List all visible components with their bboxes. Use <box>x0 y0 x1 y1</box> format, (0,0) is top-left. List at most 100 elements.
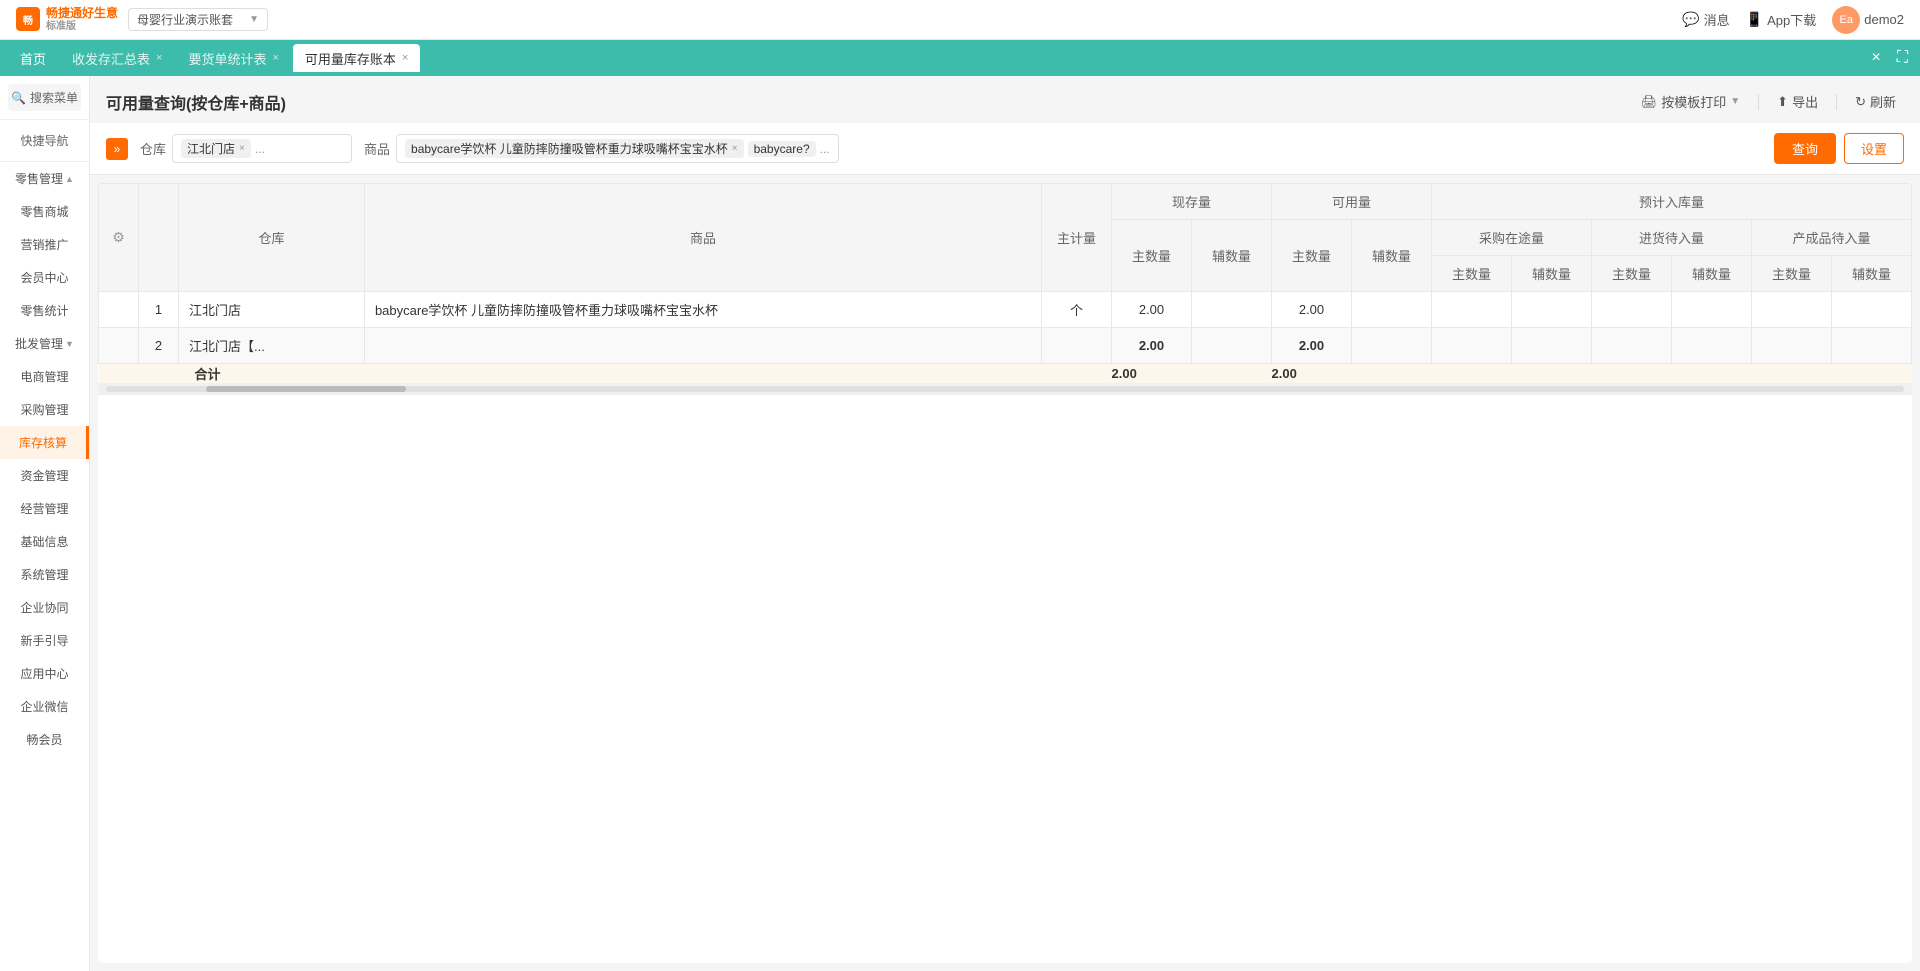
row-1-current-main: 2.00 <box>1112 328 1192 364</box>
col-warehouse-header: 仓库 <box>179 184 365 292</box>
basic-info-label: 基础信息 <box>20 533 68 550</box>
row-1-product-aux <box>1832 328 1912 364</box>
sidebar-item-operation-mgmt[interactable]: 经营管理 <box>0 492 89 525</box>
sidebar-item-system-mgmt[interactable]: 系统管理 <box>0 558 89 591</box>
tab-fullscreen-button[interactable]: ⛶ <box>1893 47 1912 69</box>
sidebar-item-quick-nav[interactable]: 快捷导航 <box>0 126 89 155</box>
sidebar-item-retail-mgmt[interactable]: 零售管理 ▲ <box>0 162 89 195</box>
row-0-available-aux <box>1352 292 1432 328</box>
user-menu[interactable]: Ea demo2 <box>1832 6 1904 34</box>
wholesale-mgmt-arrow: ▼ <box>65 339 74 349</box>
table-row: 1 江北门店 babycare学饮杯 儿童防摔防撞吸管杯重力球吸嘴杯宝宝水杯 个… <box>99 292 1912 328</box>
row-1-settings <box>99 328 139 364</box>
col-purchase-transit-aux: 辅数量 <box>1512 256 1592 292</box>
col-product-pending-main: 主数量 <box>1752 256 1832 292</box>
tab-order-stats-close[interactable]: × <box>272 52 278 64</box>
product-filter-label: 商品 <box>364 139 390 158</box>
tab-receipt-summary[interactable]: 收发存汇总表 × <box>60 44 174 72</box>
col-product-pending-header: 产成品待入量 <box>1752 220 1912 256</box>
product-tag-text-0: babycare学饮杯 儿童防摔防撞吸管杯重力球吸嘴杯宝宝水杯 <box>411 140 728 157</box>
sidebar-item-enterprise-collab[interactable]: 企业协同 <box>0 591 89 624</box>
tab-close-all-button[interactable]: × <box>1867 47 1884 69</box>
total-index <box>139 364 179 384</box>
search-menu-label: 搜索菜单 <box>30 89 78 106</box>
sidebar-item-finance-mgmt[interactable]: 资金管理 <box>0 459 89 492</box>
total-row: 合计 2.00 2.00 <box>99 364 1912 384</box>
sidebar-item-inventory-check[interactable]: 库存核算 <box>0 426 89 459</box>
query-button[interactable]: 查询 <box>1774 133 1836 164</box>
data-table: ⚙ 仓库 商品 主计量 现存量 <box>98 183 1912 383</box>
top-bar-right: 💬 消息 📱 App下载 Ea demo2 <box>1682 6 1904 34</box>
org-selector[interactable]: 母婴行业演示账套 ▼ <box>128 8 268 31</box>
refresh-label: 刷新 <box>1870 92 1896 111</box>
sidebar-item-purchase-mgmt[interactable]: 采购管理 <box>0 393 89 426</box>
tab-home[interactable]: 首页 <box>8 44 58 72</box>
tab-available-stock-close[interactable]: × <box>402 52 408 64</box>
sidebar-item-marketing[interactable]: 营销推广 <box>0 228 89 261</box>
sidebar-item-basic-info[interactable]: 基础信息 <box>0 525 89 558</box>
row-0-index: 1 <box>139 292 179 328</box>
total-product-main <box>1752 364 1832 384</box>
search-menu-button[interactable]: 🔍 搜索菜单 <box>8 84 81 111</box>
warehouse-tag-0: 江北门店 × <box>181 139 251 158</box>
scroll-thumb[interactable] <box>206 386 406 392</box>
col-index-header <box>139 184 179 292</box>
sidebar-item-wholesale-mgmt[interactable]: 批发管理 ▼ <box>0 327 89 360</box>
tab-available-stock[interactable]: 可用量库存账本 × <box>293 44 420 72</box>
product-tag-0-close[interactable]: × <box>732 143 738 154</box>
top-bar-left: 畅 畅捷通好生意 标准版 母婴行业演示账套 ▼ <box>16 6 268 32</box>
sidebar-item-retail-stats[interactable]: 零售统计 <box>0 294 89 327</box>
col-current-stock-header: 现存量 <box>1112 184 1272 220</box>
col-settings-header: ⚙ <box>99 184 139 292</box>
col-product-header: 商品 <box>364 184 1041 292</box>
tab-receipt-summary-close[interactable]: × <box>156 52 162 64</box>
purchase-mgmt-label: 采购管理 <box>20 401 68 418</box>
total-goods-main <box>1592 364 1672 384</box>
avatar: Ea <box>1832 6 1860 34</box>
row-0-warehouse: 江北门店 <box>179 292 365 328</box>
user-name: demo2 <box>1864 12 1904 27</box>
row-1-current-aux <box>1192 328 1272 364</box>
print-icon: 🖨 <box>1641 94 1658 110</box>
marketing-label: 营销推广 <box>20 236 68 253</box>
sidebar-search-area: 🔍 搜索菜单 <box>0 76 89 120</box>
ecommerce-mgmt-label: 电商管理 <box>20 368 68 385</box>
tab-home-label: 首页 <box>20 49 46 68</box>
message-button[interactable]: 💬 消息 <box>1682 10 1729 29</box>
settings-button[interactable]: 设置 <box>1844 133 1904 164</box>
tab-available-stock-label: 可用量库存账本 <box>305 49 396 68</box>
download-label: App下载 <box>1767 10 1816 29</box>
sidebar-item-ecommerce-mgmt[interactable]: 电商管理 <box>0 360 89 393</box>
template-print-button[interactable]: 🖨 按模板打印 ▼ <box>1633 88 1748 115</box>
sidebar-item-vip-member[interactable]: 畅会员 <box>0 723 89 756</box>
sidebar-item-app-center[interactable]: 应用中心 <box>0 657 89 690</box>
warehouse-tag-close[interactable]: × <box>239 143 245 154</box>
product-more[interactable]: ... <box>820 142 830 156</box>
content-area: 可用量查询(按仓库+商品) 🖨 按模板打印 ▼ ⬆ 导出 ↻ 刷新 <box>90 76 1920 971</box>
export-label: 导出 <box>1792 92 1818 111</box>
product-input[interactable]: babycare学饮杯 儿童防摔防撞吸管杯重力球吸嘴杯宝宝水杯 × babyca… <box>396 134 839 163</box>
filter-section: » 仓库 江北门店 × ... 商品 babycare学饮杯 儿童防摔防撞吸管杯… <box>90 123 1920 175</box>
row-1-available-main: 2.00 <box>1272 328 1352 364</box>
table-settings-icon[interactable]: ⚙ <box>112 229 125 245</box>
retail-stats-label: 零售统计 <box>20 302 68 319</box>
sidebar-item-retail-mall[interactable]: 零售商城 <box>0 195 89 228</box>
warehouse-more[interactable]: ... <box>255 142 265 156</box>
total-purchase-main <box>1432 364 1512 384</box>
sidebar-item-new-guide[interactable]: 新手引导 <box>0 624 89 657</box>
col-goods-pending-main: 主数量 <box>1592 256 1672 292</box>
dropdown-icon: ▼ <box>249 14 259 25</box>
row-1-goods-main <box>1592 328 1672 364</box>
row-0-product-main <box>1752 292 1832 328</box>
filter-expand-button[interactable]: » <box>106 138 128 160</box>
sidebar-item-member-center[interactable]: 会员中心 <box>0 261 89 294</box>
sidebar-item-enterprise-wechat[interactable]: 企业微信 <box>0 690 89 723</box>
warehouse-input[interactable]: 江北门店 × ... <box>172 134 352 163</box>
tab-order-stats[interactable]: 要货单统计表 × <box>176 44 290 72</box>
export-button[interactable]: ⬆ 导出 <box>1769 88 1826 115</box>
app-download-button[interactable]: 📱 App下载 <box>1746 10 1817 29</box>
page-header: 可用量查询(按仓库+商品) 🖨 按模板打印 ▼ ⬆ 导出 ↻ 刷新 <box>90 76 1920 123</box>
refresh-button[interactable]: ↻ 刷新 <box>1847 88 1904 115</box>
product-tag-0: babycare学饮杯 儿童防摔防撞吸管杯重力球吸嘴杯宝宝水杯 × <box>405 139 744 158</box>
horizontal-scrollbar[interactable] <box>98 383 1912 395</box>
